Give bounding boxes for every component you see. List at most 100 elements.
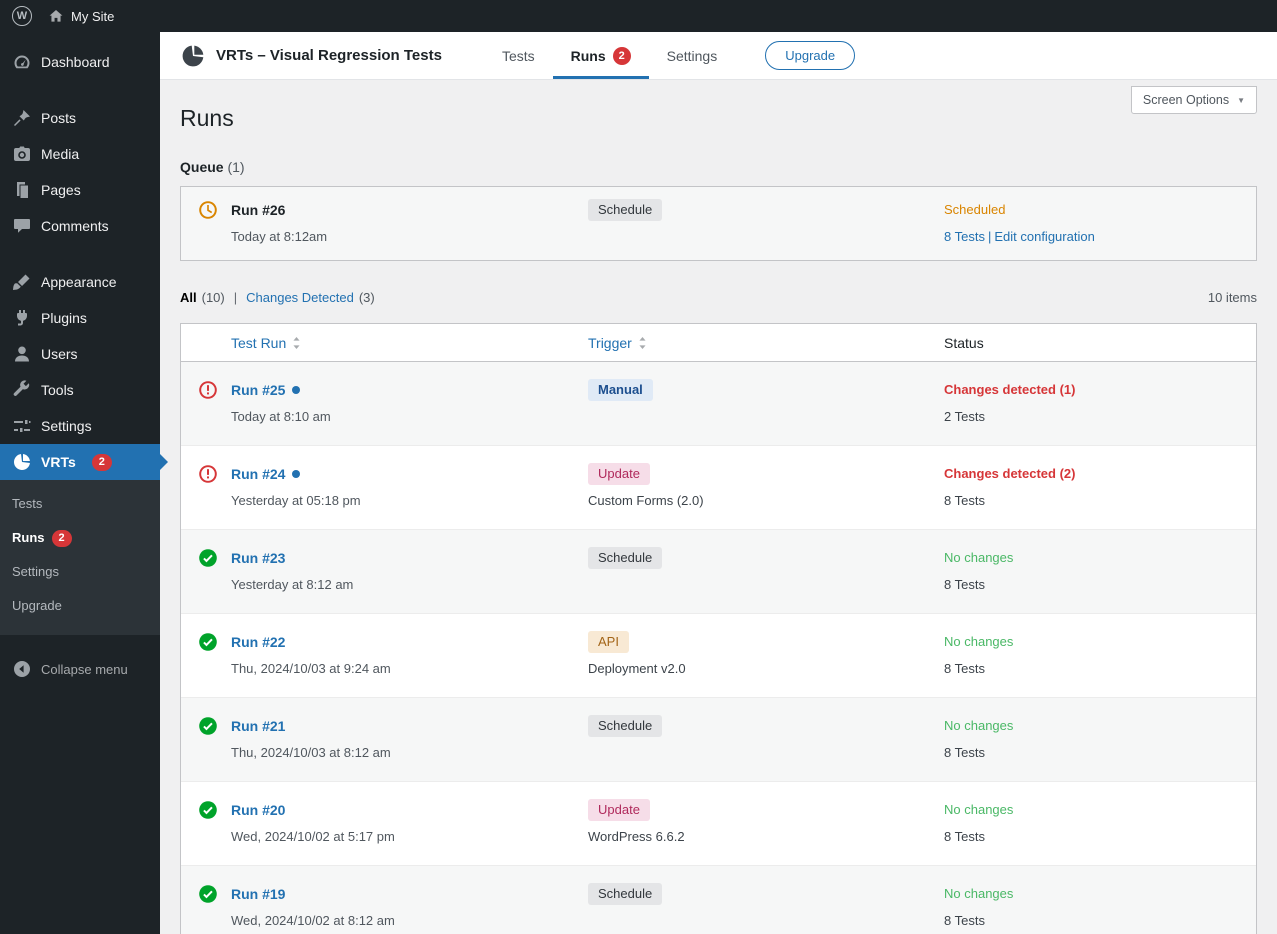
- sidebar-item-dashboard[interactable]: Dashboard: [0, 44, 160, 80]
- tab-settings[interactable]: Settings: [649, 32, 736, 79]
- run-link[interactable]: Run #23: [231, 550, 285, 566]
- run-date: Wed, 2024/10/02 at 8:12 am: [231, 913, 395, 928]
- table-row: Run #20 Wed, 2024/10/02 at 5:17 pm Updat…: [181, 781, 1256, 865]
- sliders-icon: [12, 416, 32, 436]
- filter-divider: |: [233, 290, 238, 305]
- pin-icon: [12, 108, 32, 128]
- plug-icon: [12, 308, 32, 328]
- sidebar-item-users[interactable]: Users: [0, 336, 160, 372]
- plugin-tabs: Tests Runs 2 Settings: [484, 32, 735, 79]
- sidebar-item-label: Dashboard: [41, 54, 110, 70]
- table-row: Run #22 Thu, 2024/10/03 at 9:24 am API D…: [181, 613, 1256, 697]
- sidebar-item-label: Settings: [41, 418, 92, 434]
- table-row: Run #24 Yesterday at 05:18 pm Update Cus…: [181, 445, 1256, 529]
- unread-indicator-dot: [292, 470, 301, 478]
- page-title: Runs: [180, 105, 234, 131]
- sidebar-item-posts[interactable]: Posts: [0, 100, 160, 136]
- sort-trigger-header[interactable]: Trigger: [588, 335, 632, 351]
- queue-status: Scheduled: [944, 202, 1006, 217]
- queue-count: (1): [227, 159, 245, 175]
- runs-table-body: Run #25 Today at 8:10 am Manual Changes …: [181, 362, 1256, 934]
- sidebar-item-media[interactable]: Media: [0, 136, 160, 172]
- runs-table: Test Run Trigger Status Run #25 Today at…: [180, 323, 1257, 934]
- tab-runs[interactable]: Runs 2: [553, 32, 649, 79]
- filter-all[interactable]: All: [180, 289, 197, 307]
- trigger-detail: Custom Forms (2.0): [588, 493, 704, 508]
- sidebar: Dashboard Posts Media Pages Comments App…: [0, 32, 168, 934]
- sidebar-item-label: Appearance: [41, 274, 117, 290]
- trigger-detail: Deployment v2.0: [588, 661, 686, 676]
- home-icon: [48, 8, 64, 24]
- submenu-item-label: Tests: [12, 496, 43, 511]
- tests-count: 8 Tests: [944, 661, 985, 676]
- unread-indicator-dot: [292, 386, 301, 394]
- user-icon: [12, 344, 32, 364]
- sort-test-run-header[interactable]: Test Run: [231, 335, 286, 351]
- sort-icon[interactable]: [291, 335, 302, 351]
- filter-changes-detected[interactable]: Changes Detected: [246, 289, 354, 307]
- runs-count-badge: 2: [612, 46, 631, 65]
- success-icon: [197, 547, 219, 569]
- collapse-menu-button[interactable]: Collapse menu: [0, 651, 160, 687]
- sidebar-item-label: Comments: [41, 218, 109, 234]
- table-row: Run #25 Today at 8:10 am Manual Changes …: [181, 362, 1256, 445]
- collapse-arrow-icon: [12, 659, 32, 679]
- run-status: No changes: [944, 886, 1014, 901]
- edit-configuration-link[interactable]: Edit configuration: [994, 229, 1094, 244]
- trigger-badge: Schedule: [588, 199, 663, 221]
- tab-label: Runs: [570, 47, 606, 64]
- table-row: Run #21 Thu, 2024/10/03 at 8:12 am Sched…: [181, 697, 1256, 781]
- success-icon: [197, 883, 219, 905]
- sidebar-item-label: Users: [41, 346, 78, 362]
- filter-all-count: (10): [201, 290, 225, 305]
- run-link[interactable]: Run #24: [231, 466, 285, 482]
- submenu-item-runs[interactable]: Runs 2: [0, 521, 160, 555]
- run-status: No changes: [944, 550, 1014, 565]
- screen-options-button[interactable]: Screen Options ▼: [1130, 86, 1257, 114]
- plugin-header: VRTs – Visual Regression Tests Tests Run…: [160, 32, 1277, 80]
- link-separator: |: [987, 229, 992, 244]
- tests-link[interactable]: 8 Tests: [944, 229, 985, 244]
- table-row: Run #19 Wed, 2024/10/02 at 8:12 am Sched…: [181, 865, 1256, 934]
- clock-icon: [197, 199, 219, 221]
- queue-heading-label: Queue: [180, 159, 224, 175]
- runs-count-badge: 2: [51, 529, 72, 547]
- trigger-badge: Schedule: [588, 715, 663, 737]
- active-menu-arrow: [160, 454, 168, 470]
- run-link[interactable]: Run #25: [231, 382, 285, 398]
- my-site-link[interactable]: My Site: [48, 8, 114, 24]
- tests-count: 8 Tests: [944, 745, 985, 760]
- sidebar-item-plugins[interactable]: Plugins: [0, 300, 160, 336]
- tests-count: 8 Tests: [944, 493, 985, 508]
- sidebar-item-tools[interactable]: Tools: [0, 372, 160, 408]
- sidebar-item-vrts[interactable]: VRTs 2: [0, 444, 168, 480]
- tests-count: 8 Tests: [944, 913, 985, 928]
- tab-label: Settings: [666, 47, 718, 64]
- queue-run-title: Run #26: [231, 202, 286, 218]
- collapse-menu-label: Collapse menu: [41, 661, 128, 677]
- dashboard-icon: [12, 52, 32, 72]
- trigger-detail: WordPress 6.6.2: [588, 829, 685, 844]
- table-row: Run #23 Yesterday at 8:12 am Schedule No…: [181, 529, 1256, 613]
- sidebar-item-settings[interactable]: Settings: [0, 408, 160, 444]
- run-link[interactable]: Run #20: [231, 802, 285, 818]
- run-link[interactable]: Run #19: [231, 886, 285, 902]
- submenu-item-settings[interactable]: Settings: [0, 555, 160, 589]
- wordpress-logo-icon[interactable]: W: [12, 6, 32, 26]
- sidebar-item-label: VRTs: [41, 454, 76, 470]
- sidebar-item-comments[interactable]: Comments: [0, 208, 160, 244]
- run-link[interactable]: Run #22: [231, 634, 285, 650]
- run-date: Today at 8:10 am: [231, 409, 331, 424]
- success-icon: [197, 715, 219, 737]
- run-link[interactable]: Run #21: [231, 718, 285, 734]
- sidebar-item-pages[interactable]: Pages: [0, 172, 160, 208]
- success-icon: [197, 799, 219, 821]
- tab-tests[interactable]: Tests: [484, 32, 553, 79]
- submenu-item-upgrade[interactable]: Upgrade: [0, 589, 160, 623]
- sort-icon[interactable]: [637, 335, 648, 351]
- pages-icon: [12, 180, 32, 200]
- run-date: Thu, 2024/10/03 at 8:12 am: [231, 745, 391, 760]
- submenu-item-tests[interactable]: Tests: [0, 487, 160, 521]
- sidebar-item-appearance[interactable]: Appearance: [0, 264, 160, 300]
- upgrade-button[interactable]: Upgrade: [765, 41, 856, 70]
